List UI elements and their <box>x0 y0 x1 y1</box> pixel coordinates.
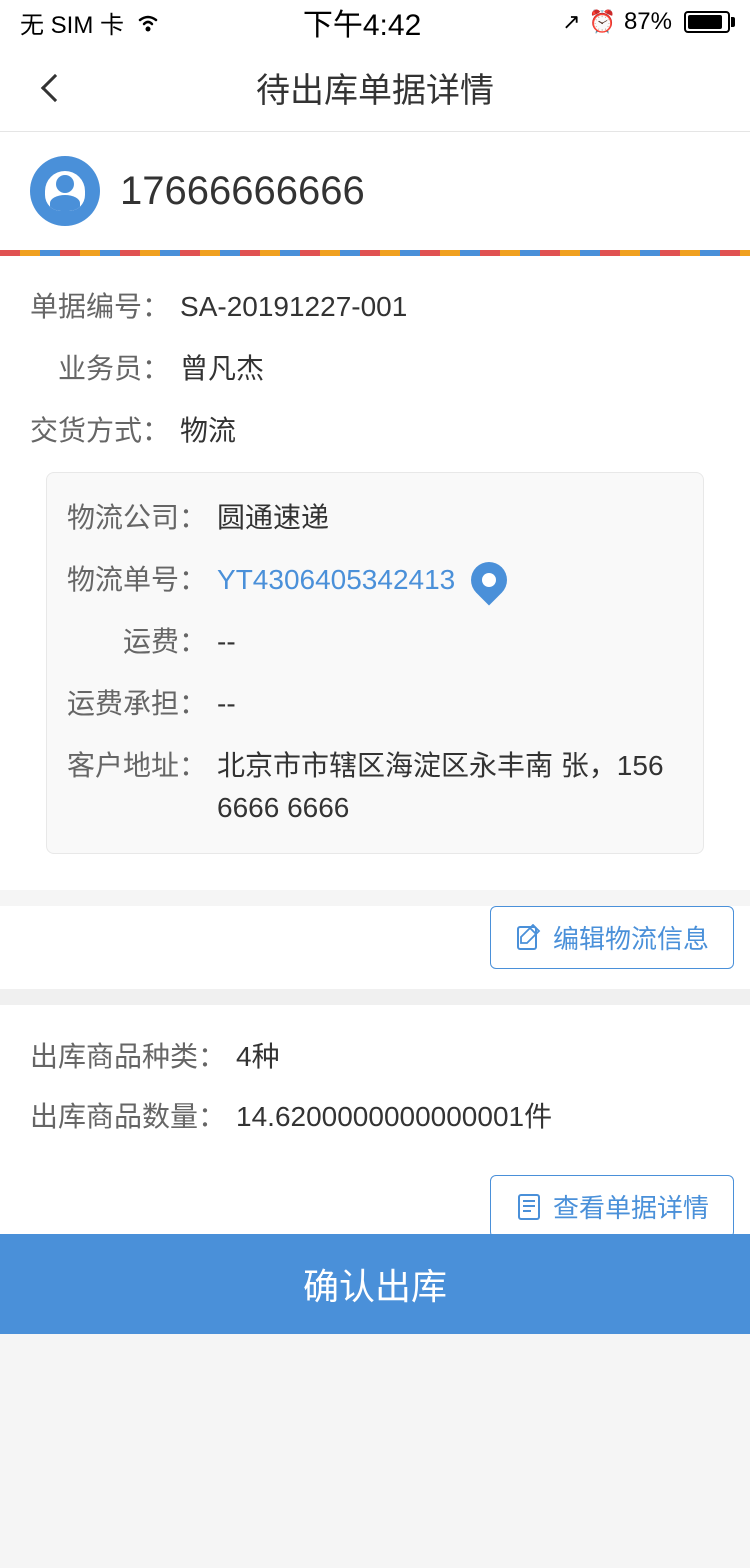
delivery-value: 物流 <box>180 410 720 452</box>
freight-bearer-row: 运费承担： -- <box>67 683 683 725</box>
logistics-company-label: 物流公司： <box>67 497 207 539</box>
address-row: 客户地址： 北京市市辖区海淀区永丰南 张，156 6666 6666 <box>67 745 683 829</box>
logistics-card: 物流公司： 圆通速递 物流单号： YT43064053424​13 运费： --… <box>46 472 704 854</box>
freight-bearer-label: 运费承担： <box>67 683 207 725</box>
order-info-section: 单据编号： SA-20191227-001 业务员： 曾凡杰 交货方式： 物流 … <box>0 256 750 890</box>
address-label: 客户地址： <box>67 745 207 787</box>
battery-percent: 87% <box>624 8 672 36</box>
item-types-row: 出库商品种类： 4种 <box>30 1035 720 1075</box>
back-arrow-icon <box>41 73 69 101</box>
document-icon <box>515 1193 543 1221</box>
battery-fill <box>688 15 722 29</box>
freight-row: 运费： -- <box>67 621 683 663</box>
logistics-company-row: 物流公司： 圆通速递 <box>67 497 683 539</box>
freight-bearer-value: -- <box>217 683 683 725</box>
logistics-company-value: 圆通速递 <box>217 497 683 539</box>
item-types-label: 出库商品种类： <box>30 1035 226 1075</box>
avatar <box>30 156 100 226</box>
view-details-button[interactable]: 查看单据详情 <box>490 1175 734 1238</box>
freight-value: -- <box>217 621 683 663</box>
carrier-text: 无 SIM 卡 <box>20 5 124 40</box>
salesperson-label: 业务员： <box>30 348 170 390</box>
inventory-section: 出库商品种类： 4种 出库商品数量： 14.6200000000000001件 <box>0 1005 750 1175</box>
customer-section: 17666666666 <box>0 132 750 250</box>
tracking-label: 物流单号： <box>67 559 207 601</box>
tracking-value: YT43064053424​13 <box>217 559 455 601</box>
salesperson-value: 曾凡杰 <box>180 348 720 390</box>
edit-logistics-button[interactable]: 编辑物流信息 <box>490 906 734 969</box>
confirm-btn-area[interactable]: 确认出库 <box>0 1234 750 1334</box>
item-quantity-row: 出库商品数量： 14.6200000000000001件 <box>30 1095 720 1135</box>
alarm-icon: ⏰ <box>589 9 616 35</box>
order-number-label: 单据编号： <box>30 286 170 328</box>
tracking-row: 物流单号： YT43064053424​13 <box>67 559 683 601</box>
battery-icon <box>684 11 730 33</box>
status-right: ↗ ⏰ 87% <box>562 8 730 36</box>
nav-bar: 待出库单据详情 <box>0 44 750 132</box>
delivery-row: 交货方式： 物流 <box>30 410 720 452</box>
page-title: 待出库单据详情 <box>256 63 494 112</box>
order-number-value: SA-20191227-001 <box>180 286 720 328</box>
back-button[interactable] <box>30 63 80 113</box>
location-status-icon: ↗ <box>562 9 580 35</box>
tracking-value-row: YT43064053424​13 <box>207 559 507 601</box>
salesperson-row: 业务员： 曾凡杰 <box>30 348 720 390</box>
item-quantity-label: 出库商品数量： <box>30 1095 226 1135</box>
edit-icon <box>515 924 543 952</box>
wifi-icon <box>134 12 162 32</box>
edit-btn-label: 编辑物流信息 <box>553 919 709 956</box>
status-bar: 无 SIM 卡 下午4:42 ↗ ⏰ 87% <box>0 0 750 44</box>
view-btn-label: 查看单据详情 <box>553 1188 709 1225</box>
item-types-value: 4种 <box>236 1035 280 1075</box>
status-time: 下午4:42 <box>303 0 421 44</box>
confirm-btn-label: 确认出库 <box>303 1258 447 1310</box>
item-quantity-value: 14.6200000000000001件 <box>236 1095 552 1135</box>
content-wrapper: 17666666666 单据编号： SA-20191227-001 业务员： 曾… <box>0 132 750 1568</box>
avatar-icon <box>45 171 85 211</box>
edit-btn-row: 编辑物流信息 <box>0 906 750 989</box>
delivery-label: 交货方式： <box>30 410 170 452</box>
address-value: 北京市市辖区海淀区永丰南 张，156 6666 6666 <box>217 745 683 829</box>
section-separator <box>0 989 750 1005</box>
tracking-location-icon[interactable] <box>464 555 515 606</box>
customer-phone: 17666666666 <box>120 169 365 214</box>
order-number-row: 单据编号： SA-20191227-001 <box>30 286 720 328</box>
freight-label: 运费： <box>67 621 207 663</box>
status-carrier: 无 SIM 卡 <box>20 5 162 40</box>
